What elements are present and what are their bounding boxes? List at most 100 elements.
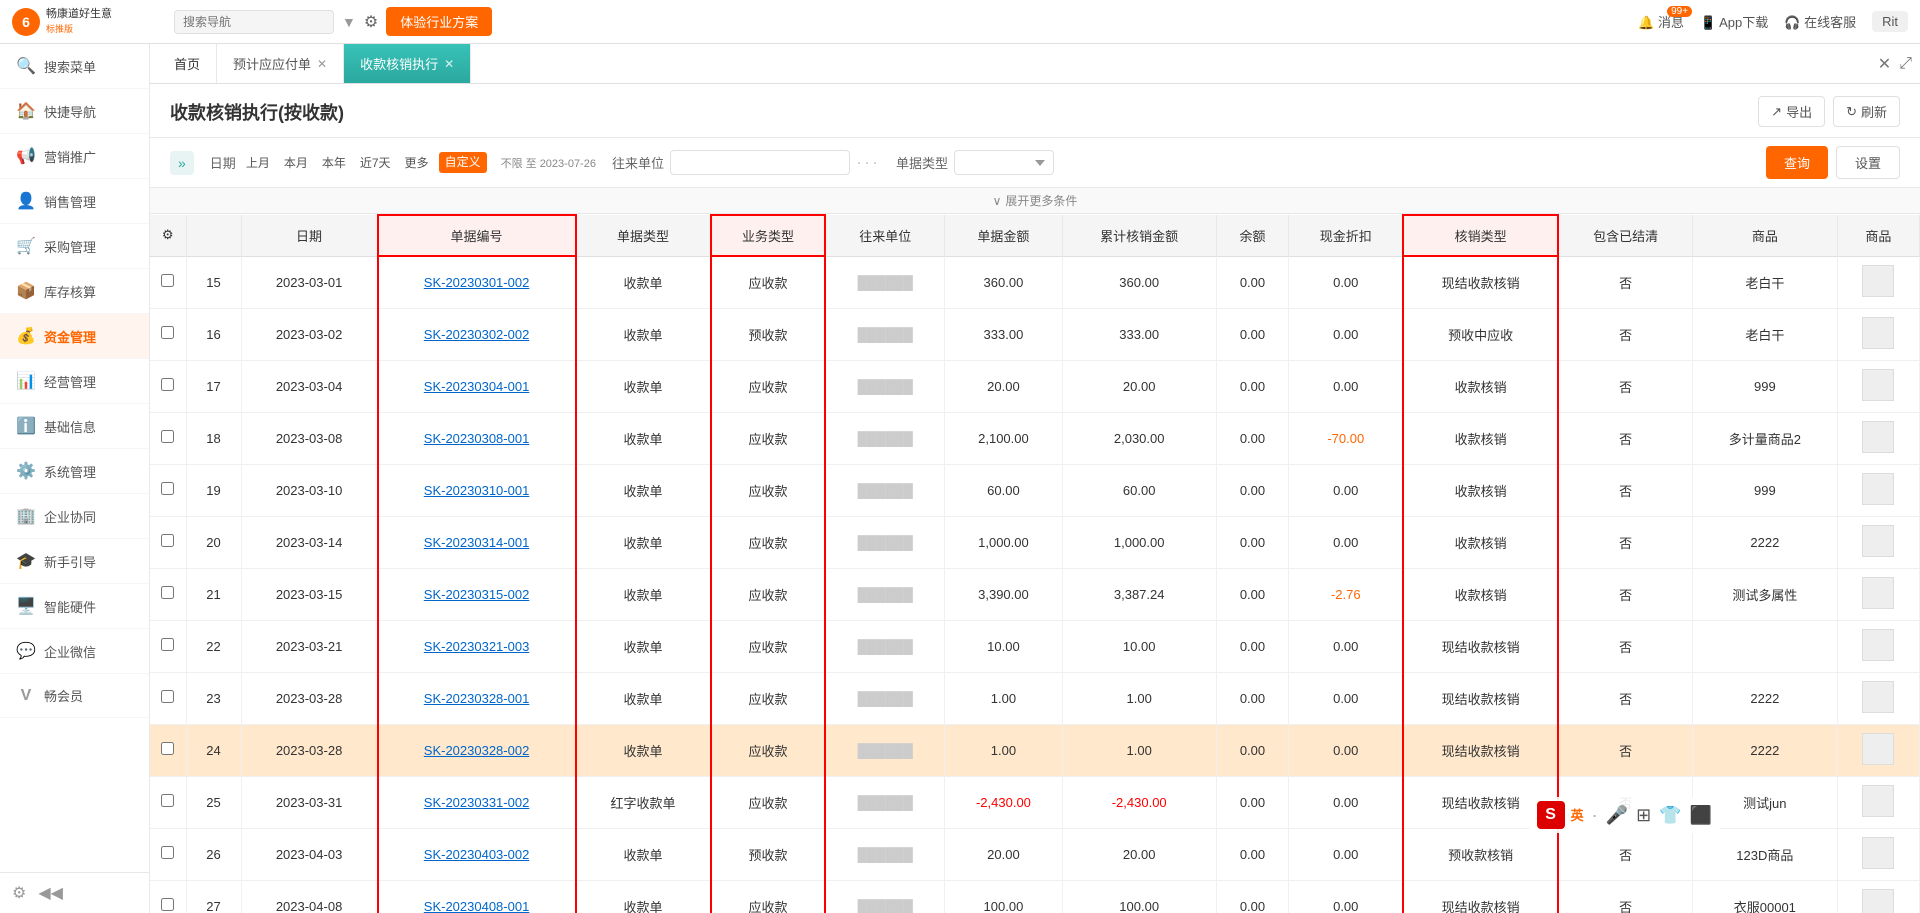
export-button[interactable]: ↗ 导出 [1758, 96, 1825, 127]
row-voucher-no[interactable]: SK-20230328-002 [378, 724, 576, 776]
row-voucher-no[interactable]: SK-20230321-003 [378, 620, 576, 672]
tab-close-window-button[interactable]: ✕ [1878, 54, 1891, 74]
sidebar-item-shortcuts[interactable]: 🏠 快捷导航 [0, 89, 149, 134]
row-voucher-no[interactable]: SK-20230331-002 [378, 776, 576, 828]
sidebar-collapse-button[interactable]: ◀◀ [38, 883, 63, 903]
sidebar-item-purchase[interactable]: 🛒 采购管理 [0, 224, 149, 269]
watermark-app-icon[interactable]: ⬛ [1690, 805, 1712, 826]
watermark-english-icon[interactable]: 英 [1571, 805, 1584, 826]
sidebar-settings-button[interactable]: ⚙ [12, 883, 26, 903]
row-voucher-no[interactable]: SK-20230308-001 [378, 412, 576, 464]
watermark-mic-icon[interactable]: 🎤 [1606, 805, 1628, 826]
row-voucher-no[interactable]: SK-20230408-001 [378, 880, 576, 913]
row-voucher-no[interactable]: SK-20230302-002 [378, 308, 576, 360]
date-this-year[interactable]: 本年 [318, 152, 350, 173]
row-date: 2023-03-21 [241, 620, 378, 672]
table-row: 212023-03-15SK-20230315-002收款单应收款██████3… [150, 568, 1920, 620]
filter-expand-button[interactable]: » [170, 151, 194, 175]
industry-solution-button[interactable]: 体验行业方案 [386, 7, 492, 36]
row-voucher-no[interactable]: SK-20230310-001 [378, 464, 576, 516]
tab-receivable-close[interactable]: ✕ [317, 57, 327, 71]
tab-writeoff[interactable]: 收款核销执行 ✕ [344, 44, 471, 83]
sidebar-item-operations[interactable]: 📊 经营管理 [0, 359, 149, 404]
row-writeoff-amount: 1.00 [1062, 724, 1216, 776]
tab-receivable-label: 预计应应付单 [233, 54, 311, 73]
row-goods-img [1837, 464, 1919, 516]
online-service-button[interactable]: 🎧 在线客服 [1784, 12, 1856, 31]
voucher-type-select[interactable] [954, 150, 1054, 175]
row-partner: ██████ [825, 360, 944, 412]
sidebar-item-finance[interactable]: 💰 资金管理 [0, 314, 149, 359]
date-more[interactable]: 更多 [401, 152, 433, 173]
row-voucher-no[interactable]: SK-20230301-002 [378, 256, 576, 308]
row-checkbox[interactable] [150, 620, 186, 672]
row-balance: 0.00 [1216, 776, 1289, 828]
sidebar-item-sales[interactable]: 👤 销售管理 [0, 179, 149, 224]
row-voucher-no[interactable]: SK-20230328-001 [378, 672, 576, 724]
sidebar: 🔍 搜索菜单 🏠 快捷导航 📢 营销推广 👤 销售管理 🛒 采购管理 📦 库存核… [0, 44, 150, 913]
row-checkbox[interactable] [150, 880, 186, 913]
date-custom-button[interactable]: 自定义 [439, 152, 487, 173]
row-goods-img [1837, 776, 1919, 828]
user-name[interactable]: Rit [1872, 11, 1908, 32]
sidebar-item-inventory[interactable]: 📦 库存核算 [0, 269, 149, 314]
row-checkbox[interactable] [150, 308, 186, 360]
messages-button[interactable]: 🔔 消息 99+ [1638, 12, 1684, 31]
row-checkbox[interactable] [150, 360, 186, 412]
watermark-shirt-icon[interactable]: 👕 [1659, 805, 1681, 826]
refresh-button[interactable]: ↻ 刷新 [1833, 96, 1900, 127]
watermark-grid-icon[interactable]: ⊞ [1636, 805, 1651, 826]
page-header: 收款核销执行(按收款) ↗ 导出 ↻ 刷新 [150, 84, 1920, 138]
row-voucher-no[interactable]: SK-20230403-002 [378, 828, 576, 880]
date-last-month[interactable]: 上月 [242, 152, 274, 173]
tab-maximize-button[interactable]: ⤢ [1899, 54, 1912, 74]
partner-filter-expand[interactable]: ··· [856, 152, 880, 173]
row-date: 2023-03-15 [241, 568, 378, 620]
sidebar-item-member[interactable]: V 畅会员 [0, 674, 149, 718]
tab-receivable[interactable]: 预计应应付单 ✕ [217, 44, 344, 83]
sidebar-item-system[interactable]: ⚙️ 系统管理 [0, 449, 149, 494]
row-checkbox[interactable] [150, 516, 186, 568]
col-gear[interactable]: ⚙ [150, 215, 186, 256]
tab-home[interactable]: 首页 [158, 44, 217, 83]
expand-more-bar[interactable]: ∨ 展开更多条件 [150, 188, 1920, 214]
settings-icon[interactable]: ⚙ [364, 12, 378, 32]
row-checkbox[interactable] [150, 464, 186, 516]
app-download-button[interactable]: 📱 App下载 [1700, 12, 1768, 31]
row-checkbox[interactable] [150, 256, 186, 308]
tab-writeoff-close[interactable]: ✕ [444, 57, 454, 71]
sidebar-item-basics[interactable]: ℹ️ 基础信息 [0, 404, 149, 449]
query-button[interactable]: 查询 [1766, 146, 1828, 179]
row-checkbox[interactable] [150, 412, 186, 464]
sidebar-item-search[interactable]: 🔍 搜索菜单 [0, 44, 149, 89]
logo-icon: 6 [12, 8, 40, 36]
row-amount: 333.00 [945, 308, 1063, 360]
partner-filter-input[interactable] [670, 150, 850, 175]
col-goods-img: 商品 [1837, 215, 1919, 256]
row-cash-discount: 0.00 [1289, 724, 1403, 776]
row-voucher-no[interactable]: SK-20230314-001 [378, 516, 576, 568]
row-voucher-type: 收款单 [576, 516, 711, 568]
row-checkbox[interactable] [150, 568, 186, 620]
row-include-settled: 否 [1558, 568, 1692, 620]
row-num: 18 [186, 412, 241, 464]
row-voucher-no[interactable]: SK-20230315-002 [378, 568, 576, 620]
row-checkbox[interactable] [150, 828, 186, 880]
row-checkbox[interactable] [150, 724, 186, 776]
sidebar-item-marketing[interactable]: 📢 营销推广 [0, 134, 149, 179]
navigation-search[interactable] [174, 10, 334, 34]
filter-settings-button[interactable]: 设置 [1836, 146, 1900, 179]
row-checkbox[interactable] [150, 776, 186, 828]
sidebar-item-enterprise[interactable]: 🏢 企业协同 [0, 494, 149, 539]
tab-home-label: 首页 [174, 54, 200, 73]
row-voucher-no[interactable]: SK-20230304-001 [378, 360, 576, 412]
date-7days[interactable]: 近7天 [356, 152, 395, 173]
sidebar-item-hardware[interactable]: 🖥️ 智能硬件 [0, 584, 149, 629]
watermark-dot-icon[interactable]: · [1592, 805, 1598, 826]
sidebar-item-wechat[interactable]: 💬 企业微信 [0, 629, 149, 674]
row-voucher-type: 收款单 [576, 724, 711, 776]
sidebar-item-guide[interactable]: 🎓 新手引导 [0, 539, 149, 584]
date-this-month[interactable]: 本月 [280, 152, 312, 173]
row-writeoff-type: 现结收款核销 [1403, 724, 1558, 776]
row-checkbox[interactable] [150, 672, 186, 724]
